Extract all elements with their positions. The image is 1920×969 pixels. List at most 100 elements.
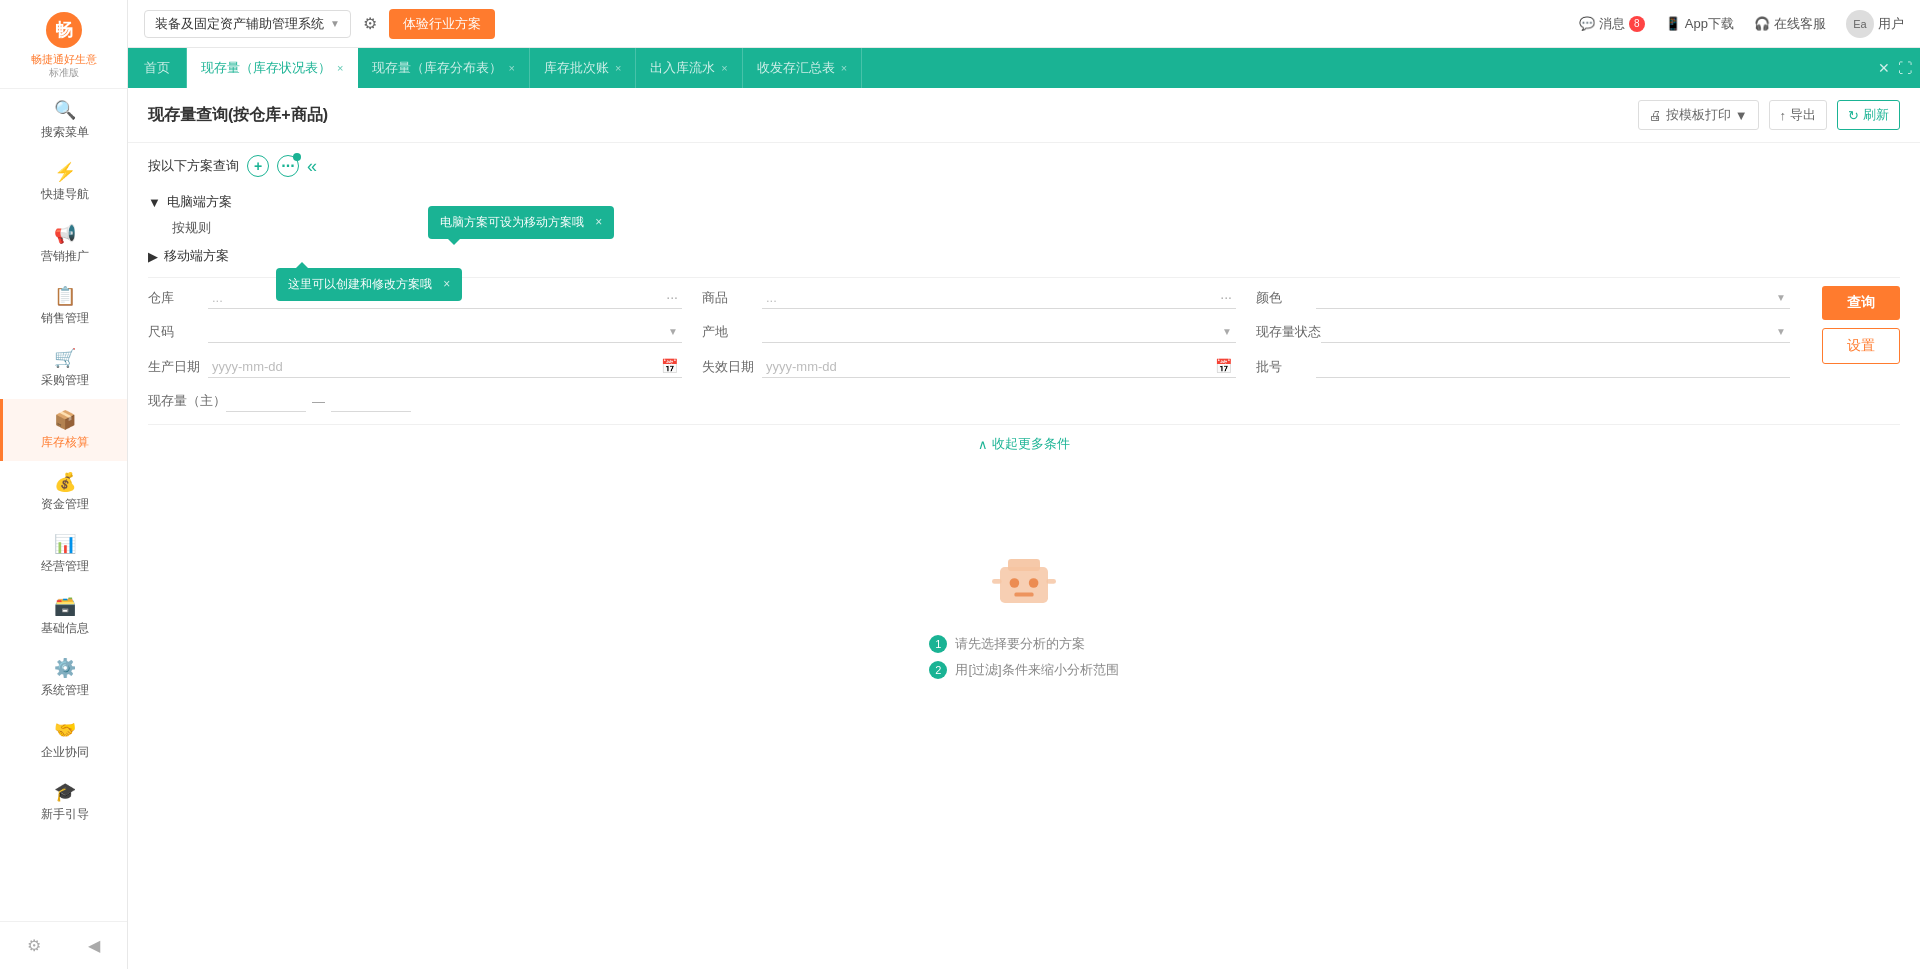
scheme-item-rules[interactable]: 按规则 xyxy=(148,215,1900,241)
tab-inventory-dist[interactable]: 现存量（库存分布表） × xyxy=(358,48,529,88)
window-maximize-btn[interactable]: ⛶ xyxy=(1898,60,1912,76)
tab-close-icon[interactable]: × xyxy=(615,62,621,74)
tab-close-icon[interactable]: × xyxy=(841,62,847,74)
export-icon: ↑ xyxy=(1780,108,1787,123)
step-2-num: 2 xyxy=(929,661,947,679)
goods-input[interactable] xyxy=(766,290,1220,305)
step-1-num: 1 xyxy=(929,635,947,653)
scheme-group-mobile: ▶ 移动端方案 xyxy=(148,243,1900,269)
app-download-action[interactable]: 📱 App下载 xyxy=(1665,15,1734,33)
sidebar-settings-btn[interactable]: ⚙ xyxy=(23,932,45,959)
phone-icon: 📱 xyxy=(1665,16,1681,31)
sidebar-item-operations[interactable]: 📊 经营管理 xyxy=(0,523,127,585)
empty-icon xyxy=(984,543,1064,623)
tooltip1-close-btn[interactable]: × xyxy=(595,215,602,229)
sidebar-bottom: ⚙ ◀ xyxy=(0,921,127,969)
tooltip2-close-btn[interactable]: × xyxy=(443,277,450,291)
sidebar-nav: 🔍 搜索菜单 ⚡ 快捷导航 📢 营销推广 📋 销售管理 🛒 采购管理 📦 库存核… xyxy=(0,89,127,921)
origin-arrow-icon[interactable]: ▼ xyxy=(1222,326,1232,337)
system-selector-arrow: ▼ xyxy=(330,18,340,29)
user-action[interactable]: Ea 用户 xyxy=(1846,10,1904,38)
notice-label: 消息 xyxy=(1599,15,1625,33)
inventory-status-input[interactable] xyxy=(1325,324,1776,339)
size-arrow-icon[interactable]: ▼ xyxy=(668,326,678,337)
tab-recv-send-summary[interactable]: 收发存汇总表 × xyxy=(743,48,862,88)
sidebar-item-sales[interactable]: 📋 销售管理 xyxy=(0,275,127,337)
scheme-collapse-arrow: ▼ xyxy=(148,195,161,210)
sidebar-item-finance[interactable]: 💰 资金管理 xyxy=(0,461,127,523)
collapse-bar[interactable]: ∧ 收起更多条件 xyxy=(148,424,1900,463)
online-support-label: 在线客服 xyxy=(1774,15,1826,33)
content-area: 现存量查询(按仓库+商品) 🖨 按模板打印 ▼ ↑ 导出 ↻ 刷新 xyxy=(128,88,1920,969)
window-close-btn[interactable]: ✕ xyxy=(1878,60,1890,76)
system-selector[interactable]: 装备及固定资产辅助管理系统 ▼ xyxy=(144,10,351,38)
collapse-arrow-icon: ∧ xyxy=(978,437,988,452)
expiry-date-input[interactable] xyxy=(766,359,1215,374)
query-btn[interactable]: 查询 xyxy=(1822,286,1900,320)
goods-dots-icon[interactable]: ··· xyxy=(1220,289,1232,305)
production-date-input[interactable] xyxy=(212,359,661,374)
tab-inout-flow[interactable]: 出入库流水 × xyxy=(636,48,742,88)
header-settings-icon[interactable]: ⚙ xyxy=(363,14,377,33)
sidebar-item-basic[interactable]: 🗃️ 基础信息 xyxy=(0,585,127,647)
tab-close-icon[interactable]: × xyxy=(508,62,514,74)
refresh-btn[interactable]: ↻ 刷新 xyxy=(1837,100,1900,130)
inventory-main-min[interactable] xyxy=(226,390,306,412)
expiry-date-calendar-icon[interactable]: 📅 xyxy=(1215,358,1232,374)
export-btn[interactable]: ↑ 导出 xyxy=(1769,100,1828,130)
sidebar-item-label: 经营管理 xyxy=(41,558,89,575)
filter-row-size: 尺码 ▼ xyxy=(148,321,682,343)
production-date-calendar-icon[interactable]: 📅 xyxy=(661,358,678,374)
quicknav-icon: ⚡ xyxy=(54,161,76,183)
sidebar-item-quicknav[interactable]: ⚡ 快捷导航 xyxy=(0,151,127,213)
sidebar-item-label: 搜索菜单 xyxy=(41,124,89,141)
online-support-action[interactable]: 🎧 在线客服 xyxy=(1754,15,1826,33)
sidebar-item-search[interactable]: 🔍 搜索菜单 xyxy=(0,89,127,151)
inventory-status-label: 现存量状态 xyxy=(1256,323,1321,341)
sidebar-item-guide[interactable]: 🎓 新手引导 xyxy=(0,771,127,833)
sidebar-item-marketing[interactable]: 📢 营销推广 xyxy=(0,213,127,275)
sidebar-item-purchase[interactable]: 🛒 采购管理 xyxy=(0,337,127,399)
size-input[interactable] xyxy=(212,324,668,339)
filter-dots-btn[interactable]: ··· xyxy=(277,155,299,177)
scheme-group-pc-header[interactable]: ▼ 电脑端方案 xyxy=(148,189,1900,215)
empty-state: 1 请先选择要分析的方案 2 用[过滤]条件来缩小分析范围 xyxy=(128,463,1920,759)
tab-close-icon[interactable]: × xyxy=(337,62,343,74)
filter-add-btn[interactable]: + xyxy=(247,155,269,177)
template-print-btn[interactable]: 🖨 按模板打印 ▼ xyxy=(1638,100,1759,130)
tab-home[interactable]: 首页 xyxy=(128,48,187,88)
inventory-main-max[interactable] xyxy=(331,390,411,412)
notice-action[interactable]: 💬 消息 8 xyxy=(1579,15,1645,33)
experience-btn[interactable]: 体验行业方案 xyxy=(389,9,495,39)
tab-close-icon[interactable]: × xyxy=(721,62,727,74)
tab-batch-ledger[interactable]: 库存批次账 × xyxy=(530,48,636,88)
inventory-main-range: — xyxy=(226,390,411,412)
origin-input[interactable] xyxy=(766,324,1222,339)
tab-inventory-status[interactable]: 现存量（库存状况表） × xyxy=(187,48,358,88)
size-label: 尺码 xyxy=(148,323,208,341)
empty-step-2: 2 用[过滤]条件来缩小分析范围 xyxy=(929,661,1118,679)
scheme-list: ▼ 电脑端方案 按规则 ▶ 移动端方案 xyxy=(148,189,1900,269)
sidebar-item-inventory[interactable]: 📦 库存核算 xyxy=(0,399,127,461)
inventory-status-arrow-icon[interactable]: ▼ xyxy=(1776,326,1786,337)
set-btn[interactable]: 设置 xyxy=(1822,328,1900,364)
notice-badge: 8 xyxy=(1629,16,1645,32)
empty-steps: 1 请先选择要分析的方案 2 用[过滤]条件来缩小分析范围 xyxy=(929,635,1118,679)
sidebar-item-enterprise[interactable]: 🤝 企业协同 xyxy=(0,709,127,771)
guide-icon: 🎓 xyxy=(54,781,76,803)
color-arrow-icon[interactable]: ▼ xyxy=(1776,292,1786,303)
warehouse-dots-icon[interactable]: ··· xyxy=(666,289,678,305)
user-avatar: Ea xyxy=(1846,10,1874,38)
sidebar-collapse-btn[interactable]: ◀ xyxy=(84,932,104,959)
batch-no-input[interactable] xyxy=(1320,359,1786,374)
sidebar-item-system[interactable]: ⚙️ 系统管理 xyxy=(0,647,127,709)
tab-inventory-dist-label: 现存量（库存分布表） xyxy=(372,59,502,77)
color-input[interactable] xyxy=(1320,290,1776,305)
tab-inventory-status-label: 现存量（库存状况表） xyxy=(201,59,331,77)
filter-arrow-btn[interactable]: « xyxy=(307,156,317,177)
filter-grid: 仓库 ··· 商品 ··· xyxy=(148,286,1790,412)
scheme-group-mobile-header[interactable]: ▶ 移动端方案 xyxy=(148,243,1900,269)
tab-batch-ledger-label: 库存批次账 xyxy=(544,59,609,77)
collapse-label: 收起更多条件 xyxy=(992,435,1070,453)
tab-bar: 首页 现存量（库存状况表） × 现存量（库存分布表） × 库存批次账 × 出入库… xyxy=(128,48,1920,88)
